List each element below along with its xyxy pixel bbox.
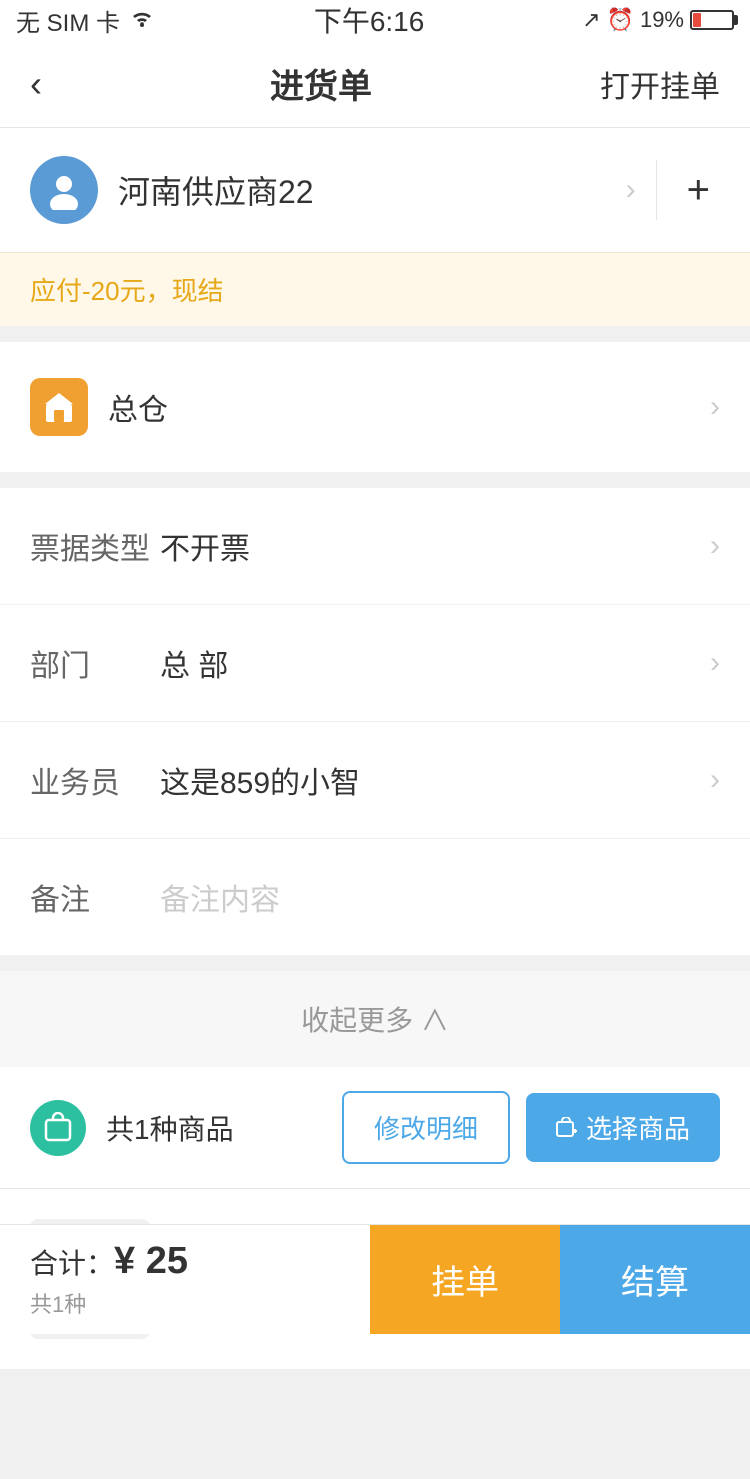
total-label: 合计： <box>30 1248 114 1279</box>
sales-value: 这是859的小智 <box>160 758 710 802</box>
footer: 合计：¥ 25 共1种 挂单 结算 <box>0 1224 750 1334</box>
footer-total: 合计：¥ 25 共1种 <box>0 1225 370 1334</box>
warehouse-row[interactable]: 总仓 › <box>0 342 750 472</box>
products-header: 共1种商品 修改明细 选择商品 <box>0 1067 750 1189</box>
nav-bar: ‹ 进货单 打开挂单 <box>0 40 750 128</box>
supplier-name: 河南供应商22 <box>118 167 626 213</box>
footer-total-main: 合计：¥ 25 <box>30 1240 340 1283</box>
alarm-icon: ⏰ <box>607 7 634 33</box>
select-product-button[interactable]: 选择商品 <box>526 1093 720 1162</box>
dept-row[interactable]: 部门 总 部 › <box>0 605 750 722</box>
battery-icon <box>690 10 734 30</box>
dept-chevron-icon: › <box>710 646 720 680</box>
dept-value: 总 部 <box>160 641 710 685</box>
location-icon: ↗ <box>582 7 600 33</box>
collapse-button[interactable]: 收起更多 ∧ <box>0 971 750 1067</box>
edit-detail-button[interactable]: 修改明细 <box>342 1091 510 1164</box>
warehouse-chevron-icon: › <box>710 390 720 424</box>
hang-button[interactable]: 挂单 <box>370 1225 560 1334</box>
status-right: ↗ ⏰ 19% <box>582 7 734 33</box>
carrier-label: 无 SIM 卡 <box>16 3 120 38</box>
warehouse-icon <box>30 378 88 436</box>
status-time: 下午6:16 <box>314 0 425 40</box>
sales-chevron-icon: › <box>710 763 720 797</box>
products-icon <box>30 1100 86 1156</box>
page-title: 进货单 <box>270 59 372 108</box>
wifi-icon <box>128 6 156 34</box>
sales-row[interactable]: 业务员 这是859的小智 › <box>0 722 750 839</box>
footer-total-sub: 共1种 <box>30 1287 340 1319</box>
form-section: 票据类型 不开票 › 部门 总 部 › 业务员 这是859的小智 › 备注 备注… <box>0 488 750 955</box>
checkout-button[interactable]: 结算 <box>560 1225 750 1334</box>
supplier-section: 河南供应商22 › + 应付-20元，现结 <box>0 128 750 326</box>
invoice-chevron-icon: › <box>710 529 720 563</box>
status-left: 无 SIM 卡 <box>16 3 156 38</box>
invoice-value: 不开票 <box>160 524 710 568</box>
supplier-chevron-icon: › <box>626 173 636 207</box>
supplier-avatar <box>30 156 98 224</box>
dept-label: 部门 <box>30 641 160 685</box>
products-count: 共1种商品 <box>106 1108 342 1148</box>
back-button[interactable]: ‹ <box>30 63 42 105</box>
remark-value[interactable]: 备注内容 <box>160 875 720 919</box>
battery-percent: 19% <box>640 7 684 33</box>
payment-notice: 应付-20元，现结 <box>0 252 750 326</box>
status-bar: 无 SIM 卡 下午6:16 ↗ ⏰ 19% <box>0 0 750 40</box>
invoice-type-row[interactable]: 票据类型 不开票 › <box>0 488 750 605</box>
supplier-divider <box>656 160 657 220</box>
warehouse-name: 总仓 <box>108 385 710 429</box>
select-product-label: 选择商品 <box>586 1109 690 1146</box>
add-supplier-button[interactable]: + <box>677 168 720 213</box>
invoice-label: 票据类型 <box>30 524 160 568</box>
remark-row[interactable]: 备注 备注内容 <box>0 839 750 955</box>
open-hang-button[interactable]: 打开挂单 <box>600 62 720 106</box>
sales-label: 业务员 <box>30 758 160 802</box>
warehouse-section: 总仓 › <box>0 342 750 472</box>
supplier-row[interactable]: 河南供应商22 › + <box>0 128 750 252</box>
total-amount: ¥ 25 <box>114 1240 188 1282</box>
remark-label: 备注 <box>30 875 160 919</box>
